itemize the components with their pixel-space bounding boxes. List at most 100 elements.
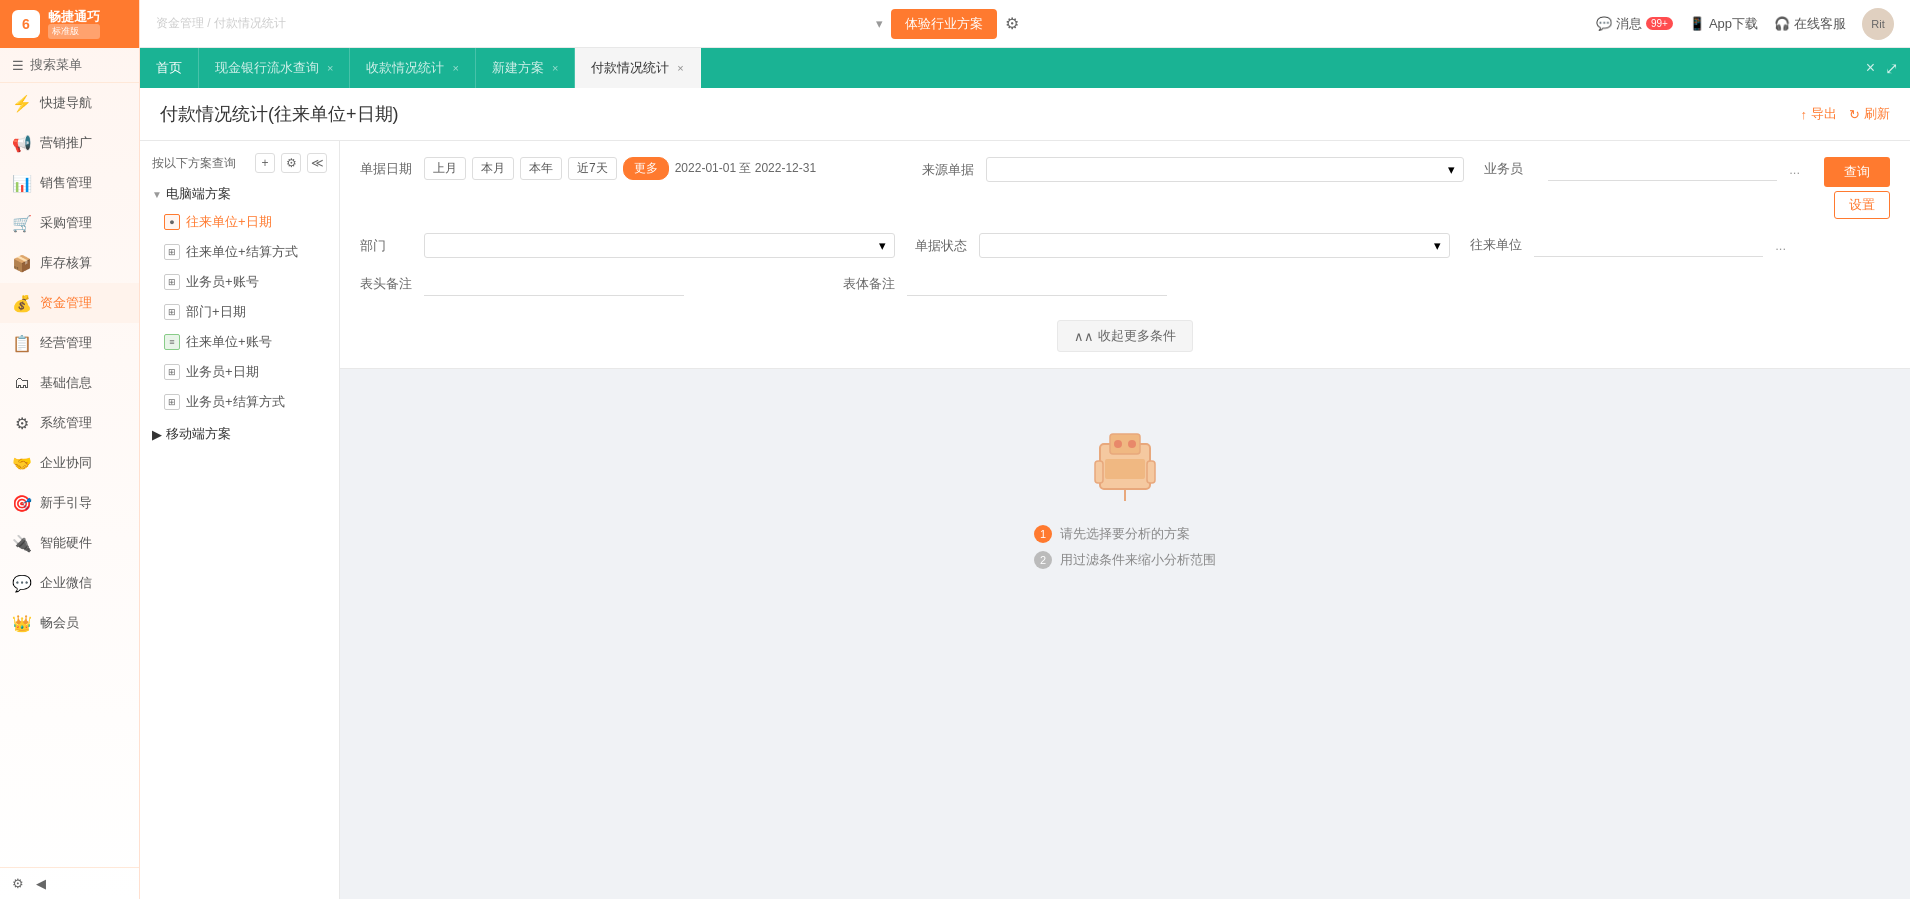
sidebar-item-wechat[interactable]: 💬 企业微信 bbox=[0, 563, 139, 603]
tab-home[interactable]: 首页 bbox=[140, 48, 199, 88]
sidebar-item-hardware[interactable]: 🔌 智能硬件 bbox=[0, 523, 139, 563]
inventory-icon: 📦 bbox=[12, 253, 32, 273]
app-download-button[interactable]: 📱 App下载 bbox=[1689, 15, 1758, 33]
scheme-item-label: 往来单位+账号 bbox=[186, 333, 272, 351]
tab-payment-close[interactable]: × bbox=[677, 62, 683, 74]
dept-select[interactable]: ▾ bbox=[424, 233, 895, 258]
date-btn-this-month[interactable]: 本月 bbox=[472, 157, 514, 180]
user-avatar[interactable]: Rit bbox=[1862, 8, 1894, 40]
app-edition: 标准版 bbox=[48, 24, 100, 39]
scheme-item-icon-normal2: ⊞ bbox=[164, 274, 180, 290]
sidebar-item-label: 智能硬件 bbox=[40, 534, 92, 552]
desktop-scheme-header[interactable]: ▼ 电脑端方案 bbox=[140, 181, 339, 207]
sidebar-item-purchase[interactable]: 🛒 采购管理 bbox=[0, 203, 139, 243]
empty-state: 1 请先选择要分析的方案 2 用过滤条件来缩小分析范围 bbox=[1034, 409, 1216, 569]
sidebar-item-quicknav[interactable]: ⚡ 快捷导航 bbox=[0, 83, 139, 123]
date-filter-group: 上月 本月 本年 近7天 更多 2022-01-01 至 2022-12-31 bbox=[424, 157, 816, 180]
sidebar-item-label: 经营管理 bbox=[40, 334, 92, 352]
date-btn-last-month[interactable]: 上月 bbox=[424, 157, 466, 180]
tab-payment-label: 付款情况统计 bbox=[591, 59, 669, 77]
tab-newplan[interactable]: 新建方案 × bbox=[476, 48, 575, 88]
sidebar-item-sales[interactable]: 📊 销售管理 bbox=[0, 163, 139, 203]
wechat-icon: 💬 bbox=[12, 573, 32, 593]
voucher-status-select[interactable]: ▾ bbox=[979, 233, 1450, 258]
tab-newplan-close[interactable]: × bbox=[552, 62, 558, 74]
content-area: 按以下方案查询 + ⚙ ≪ ▼ 电脑端方案 ● bbox=[140, 141, 1910, 899]
search-menu-item[interactable]: ☰ 搜索菜单 bbox=[0, 48, 139, 83]
page-header-actions: ↑ 导出 ↻ 刷新 bbox=[1801, 105, 1891, 123]
trial-button[interactable]: 体验行业方案 bbox=[891, 9, 997, 39]
scheme-item-label: 业务员+账号 bbox=[186, 273, 259, 291]
collapse-label: 收起更多条件 bbox=[1098, 327, 1176, 345]
tab-close-all-icon[interactable]: × bbox=[1866, 59, 1875, 77]
collapse-button[interactable]: ∧∧ 收起更多条件 bbox=[1057, 320, 1193, 352]
svg-point-3 bbox=[1128, 440, 1136, 448]
scheme-item-sales-account[interactable]: ⊞ 业务员+账号 bbox=[140, 267, 339, 297]
online-service-button[interactable]: 🎧 在线客服 bbox=[1774, 15, 1846, 33]
breadcrumb: 资金管理 / 付款情况统计 bbox=[156, 15, 864, 32]
sidebar-item-inventory[interactable]: 📦 库存核算 bbox=[0, 243, 139, 283]
header-settings-icon[interactable]: ⚙ bbox=[1005, 14, 1019, 33]
tip-text-2: 用过滤条件来缩小分析范围 bbox=[1060, 551, 1216, 569]
purchase-icon: 🛒 bbox=[12, 213, 32, 233]
date-btn-7days[interactable]: 近7天 bbox=[568, 157, 617, 180]
settings-button[interactable]: 设置 bbox=[1834, 191, 1890, 219]
tab-receipt-close[interactable]: × bbox=[452, 62, 458, 74]
scheme-item-sales-date[interactable]: ⊞ 业务员+日期 bbox=[140, 357, 339, 387]
tab-maximize-icon[interactable]: ⤢ bbox=[1885, 59, 1898, 78]
scheme-panel: 按以下方案查询 + ⚙ ≪ ▼ 电脑端方案 ● bbox=[140, 141, 340, 899]
source-select[interactable]: ▾ bbox=[986, 157, 1464, 182]
scheme-item-unit-settle[interactable]: ⊞ 往来单位+结算方式 bbox=[140, 237, 339, 267]
sales-ellipsis[interactable]: ... bbox=[1785, 158, 1804, 181]
tab-receipt-label: 收款情况统计 bbox=[366, 59, 444, 77]
scheme-item-unit-date[interactable]: ● 往来单位+日期 bbox=[140, 207, 339, 237]
scheme-item-unit-account[interactable]: ≡ 往来单位+账号 bbox=[140, 327, 339, 357]
scheme-add-button[interactable]: + bbox=[255, 153, 275, 173]
dept-filter-label: 部门 bbox=[360, 237, 416, 255]
scheme-item-dept-date[interactable]: ⊞ 部门+日期 bbox=[140, 297, 339, 327]
sidebar-item-basicinfo[interactable]: 🗂 基础信息 bbox=[0, 363, 139, 403]
page-title: 付款情况统计(往来单位+日期) bbox=[160, 102, 399, 126]
tab-receipt[interactable]: 收款情况统计 × bbox=[350, 48, 475, 88]
partner-ellipsis[interactable]: ... bbox=[1771, 234, 1790, 257]
date-btn-this-year[interactable]: 本年 bbox=[520, 157, 562, 180]
svg-point-2 bbox=[1114, 440, 1122, 448]
sidebar-item-operations[interactable]: 📋 经营管理 bbox=[0, 323, 139, 363]
sidebar-item-enterprise[interactable]: 🤝 企业协同 bbox=[0, 443, 139, 483]
sidebar-item-guide[interactable]: 🎯 新手引导 bbox=[0, 483, 139, 523]
finance-icon: 💰 bbox=[12, 293, 32, 313]
mobile-scheme-header[interactable]: ▶ 移动端方案 bbox=[152, 425, 327, 443]
message-button[interactable]: 💬 消息 99+ bbox=[1596, 15, 1673, 33]
mobile-collapse-arrow: ▶ bbox=[152, 427, 162, 442]
sidebar-item-label: 畅会员 bbox=[40, 614, 79, 632]
refresh-button[interactable]: ↻ 刷新 bbox=[1849, 105, 1890, 123]
sidebar-item-finance[interactable]: 💰 资金管理 bbox=[0, 283, 139, 323]
scheme-collapse-button[interactable]: ≪ bbox=[307, 153, 327, 173]
tab-cashflow-close[interactable]: × bbox=[327, 62, 333, 74]
date-range-display: 2022-01-01 至 2022-12-31 bbox=[675, 160, 816, 177]
export-button[interactable]: ↑ 导出 bbox=[1801, 105, 1838, 123]
partner-input[interactable] bbox=[1534, 233, 1763, 257]
sidebar-settings-icon[interactable]: ⚙ bbox=[12, 876, 24, 891]
dropdown-arrow-icon[interactable]: ▾ bbox=[876, 16, 883, 31]
scheme-item-sales-settle[interactable]: ⊞ 业务员+结算方式 bbox=[140, 387, 339, 417]
sales-input[interactable] bbox=[1548, 157, 1777, 181]
sidebar-item-label: 企业协同 bbox=[40, 454, 92, 472]
app-name: 畅捷通巧 bbox=[48, 9, 100, 25]
source-select-arrow: ▾ bbox=[1448, 162, 1455, 177]
sidebar-collapse-icon[interactable]: ◀ bbox=[36, 876, 46, 891]
online-service-label: 在线客服 bbox=[1794, 15, 1846, 33]
scheme-settings-button[interactable]: ⚙ bbox=[281, 153, 301, 173]
tab-payment[interactable]: 付款情况统计 × bbox=[575, 48, 700, 88]
header-remark-input[interactable] bbox=[424, 272, 684, 296]
date-btn-more[interactable]: 更多 bbox=[623, 157, 669, 180]
marketing-icon: 📢 bbox=[12, 133, 32, 153]
query-button[interactable]: 查询 bbox=[1824, 157, 1890, 187]
filter-row-dept: 部门 ▾ 单据状态 bbox=[360, 233, 1890, 258]
sidebar-item-marketing[interactable]: 📢 营销推广 bbox=[0, 123, 139, 163]
body-remark-input[interactable] bbox=[907, 272, 1167, 296]
tab-cashflow[interactable]: 现金银行流水查询 × bbox=[199, 48, 350, 88]
sidebar-item-vip[interactable]: 👑 畅会员 bbox=[0, 603, 139, 643]
sidebar-item-system[interactable]: ⚙ 系统管理 bbox=[0, 403, 139, 443]
scheme-item-label: 业务员+日期 bbox=[186, 363, 259, 381]
